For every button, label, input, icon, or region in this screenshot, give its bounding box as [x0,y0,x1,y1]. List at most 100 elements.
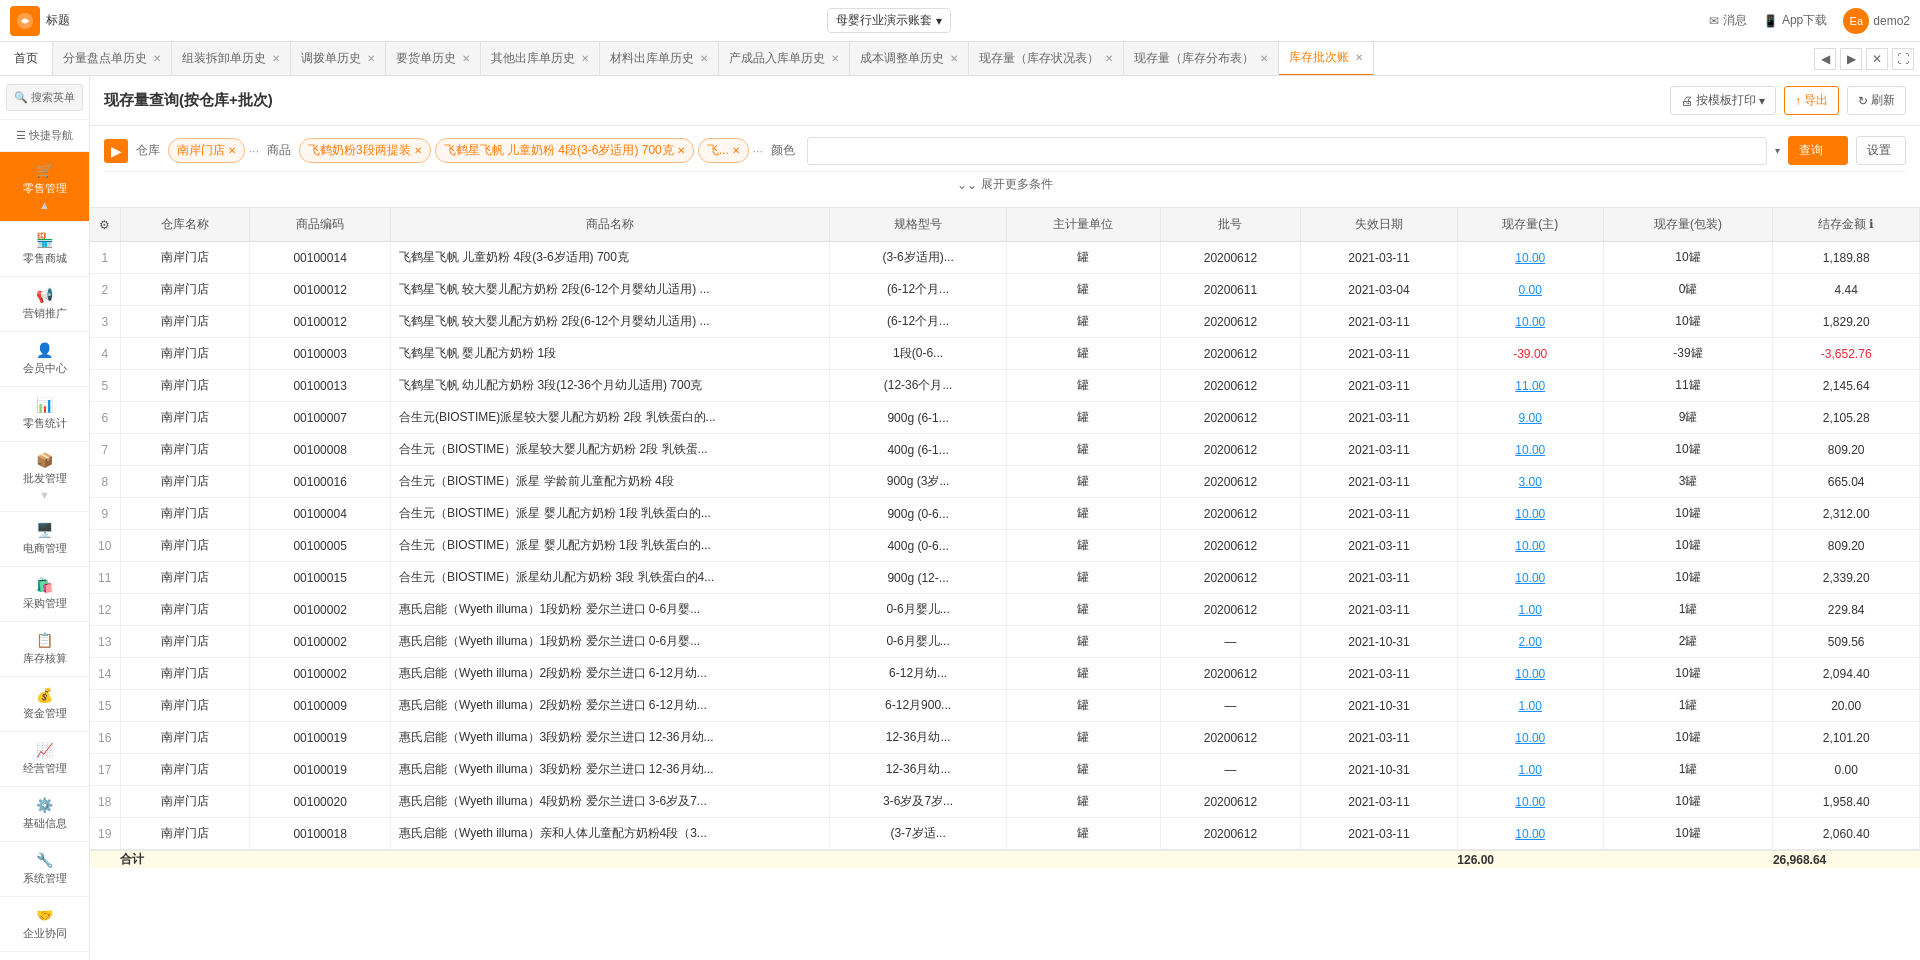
row-expire: 2021-03-11 [1301,530,1458,562]
tab-close-icon[interactable]: ✕ [1105,53,1113,64]
row-expire: 2021-03-11 [1301,722,1458,754]
color-input[interactable] [807,137,1767,165]
tab-yaohuo[interactable]: 要货单历史 ✕ [386,42,481,76]
sidebar-nav-btn[interactable]: ☰ 快捷导航 [0,120,89,152]
sidebar-item-system[interactable]: 🔧 系统管理 [0,842,89,897]
product-tag-2[interactable]: 飞鹤星飞帆 儿童奶粉 4段(3-6岁适用) 700克 ✕ [435,138,694,163]
tab-close-all-btn[interactable]: ✕ [1866,48,1888,70]
query-btn[interactable]: 查询 [1788,136,1848,165]
row-qty-main[interactable]: 11.00 [1457,370,1603,402]
tab-qita[interactable]: 其他出库单历史 ✕ [481,42,600,76]
th-amount: 结存金额 ℹ [1773,208,1920,242]
product-tag-1[interactable]: 飞鹤奶粉3段两提装 ✕ [299,138,431,163]
settings-btn[interactable]: 设置 [1856,136,1906,165]
enterprise-icon: 🤝 [36,907,53,923]
tab-close-icon[interactable]: ✕ [1355,52,1363,63]
sidebar-item-wholesale[interactable]: 📦 批发管理 ▼ [0,442,89,512]
sidebar-search-btn[interactable]: 🔍 搜索英单 [6,84,83,111]
tab-close-icon[interactable]: ✕ [950,53,958,64]
tab-fenpan[interactable]: 分量盘点单历史 ✕ [53,42,172,76]
tab-close-icon[interactable]: ✕ [272,53,280,64]
user-area[interactable]: Ea demo2 [1843,8,1910,34]
tab-prev-btn[interactable]: ◀ [1814,48,1836,70]
sidebar-item-inventory[interactable]: 📋 库存核算 [0,622,89,677]
warehouse-tag-1[interactable]: 南岸门店 ✕ [168,138,245,163]
filter-expand-btn[interactable]: ▶ [104,139,128,163]
refresh-icon: ↻ [1858,94,1868,108]
tab-home[interactable]: 首页 [0,42,53,76]
sidebar-item-marketing[interactable]: 📢 营销推广 [0,277,89,332]
sidebar-item-member[interactable]: 👤 会员中心 [0,332,89,387]
store-selector[interactable]: 母婴行业演示账套 ▾ [827,8,951,33]
sidebar-item-retail-stats[interactable]: 📊 零售统计 [0,387,89,442]
product-tag-1-close-icon[interactable]: ✕ [414,145,422,156]
row-qty-main[interactable]: 10.00 [1457,306,1603,338]
tab-diaobo[interactable]: 调拨单历史 ✕ [291,42,386,76]
sidebar-item-enterprise[interactable]: 🤝 企业协同 [0,897,89,952]
sidebar: 🔍 搜索英单 ☰ 快捷导航 🛒 零售管理 ▲ 🏪 零售商城 📢 营销推广 👤 会… [0,76,90,960]
expand-more-btn[interactable]: ⌄⌄ 展开更多条件 [104,171,1906,197]
tab-close-icon[interactable]: ✕ [831,53,839,64]
row-qty-main[interactable]: 1.00 [1457,690,1603,722]
sidebar-item-newguide[interactable]: 🎯 新手引导 [0,952,89,960]
warehouse-tag-close-icon[interactable]: ✕ [228,145,236,156]
tab-zuzhuang[interactable]: 组装拆卸单历史 ✕ [172,42,291,76]
tab-cailiao[interactable]: 材料出库单历史 ✕ [600,42,719,76]
row-qty-main[interactable]: 2.00 [1457,626,1603,658]
row-qty-main[interactable]: 10.00 [1457,658,1603,690]
tab-chengben[interactable]: 成本调整单历史 ✕ [850,42,969,76]
tab-close-icon[interactable]: ✕ [367,53,375,64]
row-batch: 20200612 [1160,306,1301,338]
row-qty-main[interactable]: 10.00 [1457,722,1603,754]
row-num: 19 [90,818,120,851]
tab-close-icon[interactable]: ✕ [700,53,708,64]
sidebar-item-retail-mgmt[interactable]: 🛒 零售管理 ▲ [0,152,89,222]
tab-close-icon[interactable]: ✕ [1260,53,1268,64]
sidebar-item-purchase[interactable]: 🛍️ 采购管理 [0,567,89,622]
sidebar-item-ecommerce[interactable]: 🖥️ 电商管理 [0,512,89,567]
sidebar-item-basic[interactable]: ⚙️ 基础信息 [0,787,89,842]
product-more-icon[interactable]: ··· [753,144,763,158]
tab-fullscreen-btn[interactable]: ⛶ [1892,48,1914,70]
print-btn[interactable]: 🖨 按模板打印 ▾ [1670,86,1776,115]
row-qty-main[interactable]: 10.00 [1457,498,1603,530]
row-name: 惠氏启能（Wyeth illuma）3段奶粉 爱尔兰进口 12-36月幼... [390,722,829,754]
row-qty-main[interactable]: 10.00 [1457,562,1603,594]
app-btn[interactable]: 📱 App下载 [1763,12,1827,29]
row-qty-main[interactable]: 0.00 [1457,274,1603,306]
product-tag-3[interactable]: 飞... ✕ [698,138,749,163]
export-btn[interactable]: ↑ 导出 [1784,86,1839,115]
tab-kucunzk[interactable]: 现存量（库存状况表） ✕ [969,42,1124,76]
row-qty-main[interactable]: 10.00 [1457,530,1603,562]
row-qty-main[interactable]: 10.00 [1457,434,1603,466]
table-row: 13 南岸门店 00100002 惠氏启能（Wyeth illuma）1段奶粉 … [90,626,1920,658]
row-unit: 罐 [1006,594,1160,626]
row-qty-main[interactable]: 1.00 [1457,594,1603,626]
tab-close-icon[interactable]: ✕ [153,53,161,64]
row-qty-main[interactable]: 10.00 [1457,242,1603,274]
product-tag-3-close-icon[interactable]: ✕ [732,145,740,156]
row-code: 00100018 [250,818,391,851]
row-num: 4 [90,338,120,370]
row-qty-main[interactable]: 1.00 [1457,754,1603,786]
sidebar-item-ops[interactable]: 📈 经营管理 [0,732,89,787]
row-qty-main[interactable]: 10.00 [1457,818,1603,851]
product-tag-2-close-icon[interactable]: ✕ [677,145,685,156]
row-qty-main[interactable]: 9.00 [1457,402,1603,434]
tab-close-icon[interactable]: ✕ [581,53,589,64]
tab-kucunpici[interactable]: 库存批次账 ✕ [1279,42,1374,76]
row-qty-main[interactable]: 3.00 [1457,466,1603,498]
th-settings[interactable]: ⚙ [90,208,120,242]
warehouse-more-icon[interactable]: ··· [249,144,259,158]
member-icon: 👤 [36,342,53,358]
sidebar-item-retail-mall[interactable]: 🏪 零售商城 [0,222,89,277]
sidebar-item-finance[interactable]: 💰 资金管理 [0,677,89,732]
row-qty-main[interactable]: 10.00 [1457,786,1603,818]
tab-chengpin[interactable]: 产成品入库单历史 ✕ [719,42,850,76]
tab-close-icon[interactable]: ✕ [462,53,470,64]
refresh-btn[interactable]: ↻ 刷新 [1847,86,1906,115]
tab-next-btn[interactable]: ▶ [1840,48,1862,70]
table-row: 12 南岸门店 00100002 惠氏启能（Wyeth illuma）1段奶粉 … [90,594,1920,626]
tab-kucunfb[interactable]: 现存量（库存分布表） ✕ [1124,42,1279,76]
msg-btn[interactable]: ✉ 消息 [1709,12,1747,29]
